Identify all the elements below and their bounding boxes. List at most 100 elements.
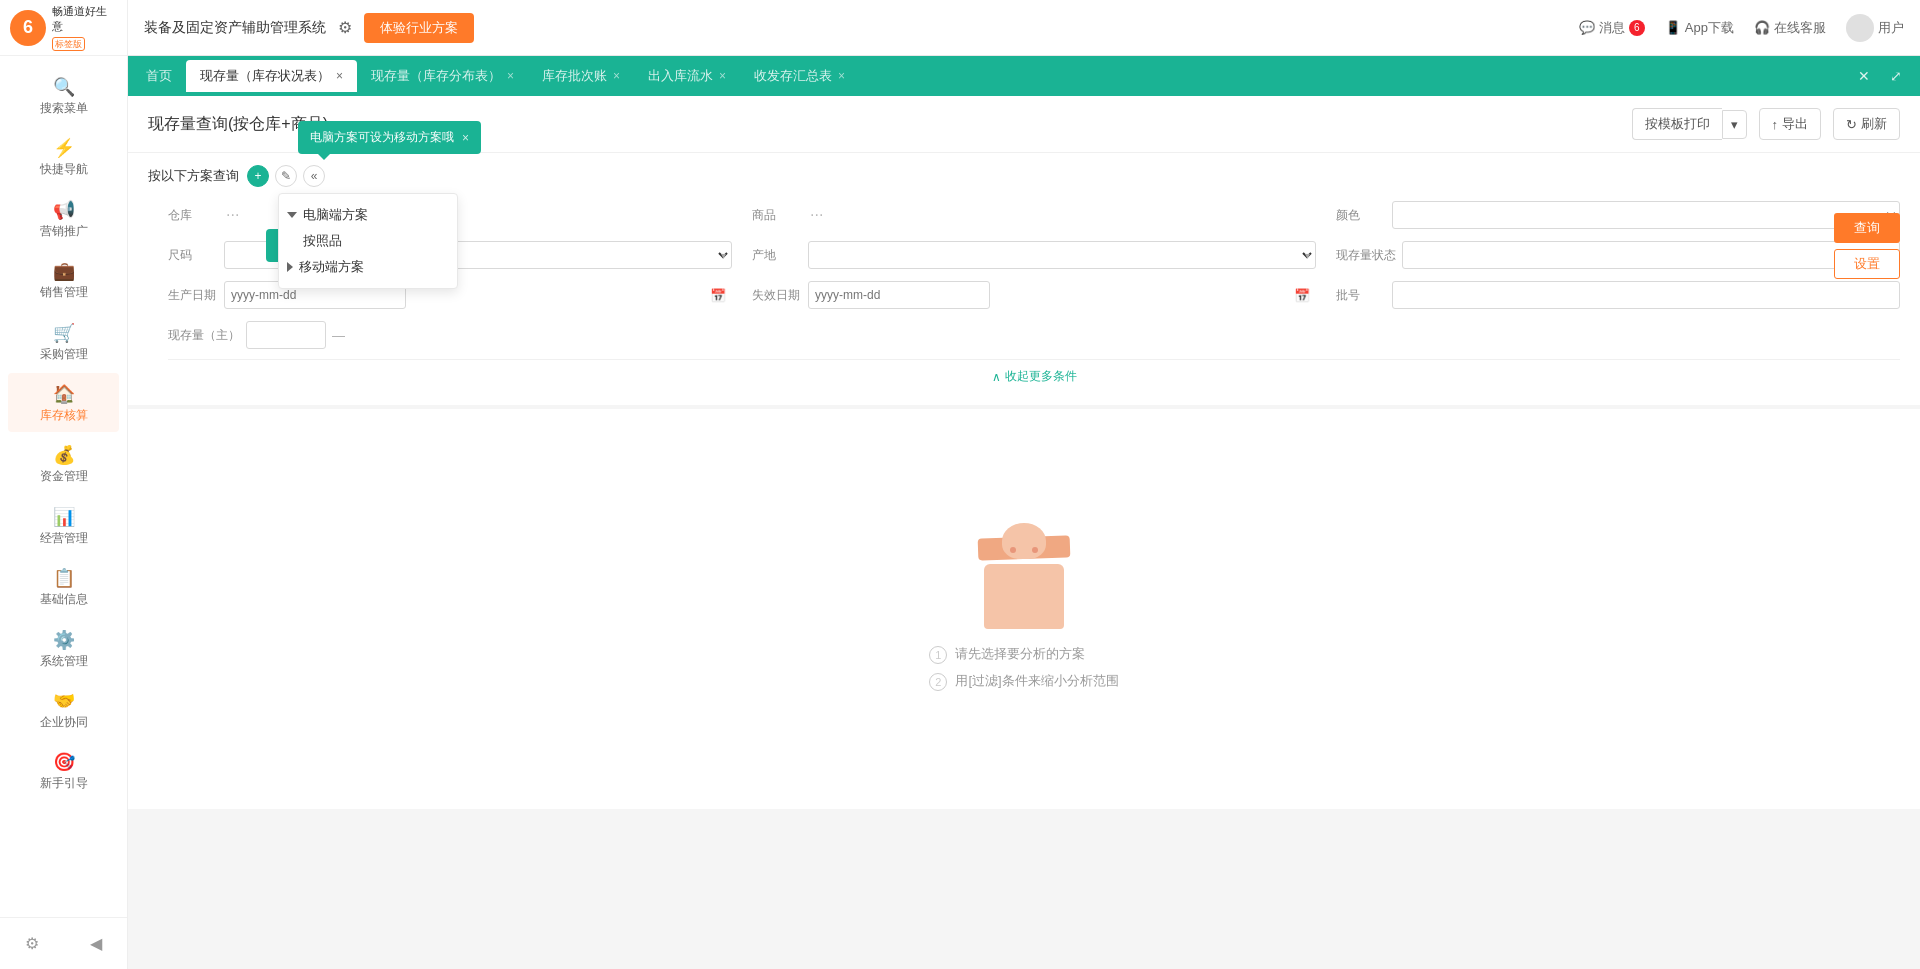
filter-product: 商品 ··· <box>752 199 1316 231</box>
origin-select[interactable] <box>808 241 1316 269</box>
system-icon: ⚙️ <box>53 629 75 651</box>
warehouse-dots[interactable]: ··· <box>224 206 241 224</box>
expiry-date-from[interactable] <box>808 281 990 309</box>
qty-separator: — <box>332 328 345 343</box>
sidebar-item-guide[interactable]: 🎯 新手引导 <box>8 741 119 800</box>
sidebar-item-system[interactable]: ⚙️ 系统管理 <box>8 619 119 678</box>
sidebar-item-quick-nav[interactable]: ⚡ 快捷导航 <box>8 127 119 186</box>
sidebar-item-basic-info[interactable]: 📋 基础信息 <box>8 557 119 616</box>
sidebar-item-operations[interactable]: 📊 经营管理 <box>8 496 119 555</box>
pc-scheme-expand-icon <box>287 212 297 218</box>
inventory-status-select-wrapper <box>1402 241 1900 269</box>
filter-row-4: 现存量（主） — <box>168 319 1900 351</box>
tab-inventory-dist[interactable]: 现存量（库存分布表） × <box>357 60 528 92</box>
sidebar-nav: 🔍 搜索菜单 ⚡ 快捷导航 📢 营销推广 💼 销售管理 🛒 采购管理 🏠 库存核… <box>0 56 127 917</box>
mobile-scheme-group[interactable]: 移动端方案 <box>279 254 457 280</box>
filter-title-label: 按以下方案查询 <box>148 167 239 185</box>
sidebar-item-enterprise[interactable]: 🤝 企业协同 <box>8 680 119 739</box>
edit-scheme-button[interactable]: ✎ <box>275 165 297 187</box>
sidebar-item-guide-label: 新手引导 <box>40 776 88 790</box>
tab-home[interactable]: 首页 <box>132 60 186 92</box>
expiry-date-from-calendar-icon[interactable]: 📅 <box>1294 288 1310 303</box>
empty-eye-right <box>1032 547 1038 553</box>
scheme-panel: 电脑端方案 按照品 移动端方案 <box>278 193 458 289</box>
message-button[interactable]: 💬 消息 6 <box>1579 19 1645 37</box>
basic-info-icon: 📋 <box>53 567 75 589</box>
empty-step-1: 1 请先选择要分析的方案 <box>929 645 1118 664</box>
add-scheme-button[interactable]: + <box>247 165 269 187</box>
tooltip-scheme-close[interactable]: × <box>462 131 469 145</box>
tab-inout[interactable]: 出入库流水 × <box>634 60 740 92</box>
app-download-icon: 📱 <box>1665 20 1681 35</box>
collapse-section: ∧ 收起更多条件 <box>168 359 1900 393</box>
content-area: 1 请先选择要分析的方案 2 用[过滤]条件来缩小分析范围 <box>128 409 1920 809</box>
logo-area: 6 畅通道好生意 标签版 <box>0 0 127 56</box>
user-button[interactable]: 用户 <box>1846 14 1904 42</box>
tab-expand-button[interactable]: ⤢ <box>1884 66 1908 86</box>
filter-batch-no: 批号 <box>1336 279 1900 311</box>
sidebar-item-marketing-label: 营销推广 <box>40 224 88 238</box>
purchase-icon: 🛒 <box>53 322 75 344</box>
refresh-button[interactable]: ↻ 刷新 <box>1833 108 1900 140</box>
filter-origin: 产地 <box>752 239 1316 271</box>
tab-inventory-status[interactable]: 现存量（库存状况表） × <box>186 60 357 92</box>
topbar-gear-icon[interactable]: ⚙ <box>338 18 352 37</box>
reset-button[interactable]: 设置 <box>1834 249 1900 279</box>
batch-no-label: 批号 <box>1336 287 1386 304</box>
online-support-button[interactable]: 🎧 在线客服 <box>1754 19 1826 37</box>
print-dropdown-button[interactable]: ▾ <box>1722 110 1747 139</box>
sidebar-item-inventory[interactable]: 🏠 库存核算 <box>8 373 119 432</box>
tab-close-all-button[interactable]: ✕ <box>1852 66 1876 86</box>
tab-inventory-dist-close[interactable]: × <box>507 69 514 83</box>
tab-batch-close[interactable]: × <box>613 69 620 83</box>
product-dots[interactable]: ··· <box>808 206 825 224</box>
pc-scheme-group[interactable]: 电脑端方案 <box>279 202 457 228</box>
warehouse-label: 仓库 <box>168 207 218 224</box>
origin-select-wrapper <box>808 241 1316 269</box>
tabbar: 首页 现存量（库存状况表） × 现存量（库存分布表） × 库存批次账 × 出入库… <box>128 56 1920 96</box>
search-button[interactable]: 查询 <box>1834 213 1900 243</box>
sidebar-item-sales[interactable]: 💼 销售管理 <box>8 250 119 309</box>
logo-icon: 6 <box>10 10 46 46</box>
color-select-wrapper <box>1392 201 1900 229</box>
operations-icon: 📊 <box>53 506 75 528</box>
batch-no-input[interactable] <box>1392 281 1900 309</box>
sidebar-item-search[interactable]: 🔍 搜索菜单 <box>8 66 119 125</box>
collapse-up-icon: ∧ <box>992 370 1001 384</box>
collapse-button[interactable]: ∧ 收起更多条件 <box>168 360 1900 393</box>
empty-step-2: 2 用[过滤]条件来缩小分析范围 <box>929 672 1118 691</box>
export-button[interactable]: ↑ 导出 <box>1759 108 1822 140</box>
tab-inout-close[interactable]: × <box>719 69 726 83</box>
sidebar-item-purchase[interactable]: 🛒 采购管理 <box>8 312 119 371</box>
main-area: 装备及固定资产辅助管理系统 ⚙ 体验行业方案 💬 消息 6 📱 App下载 🎧 … <box>128 0 1920 969</box>
collapse-sidebar-button[interactable]: ◀ <box>82 930 110 957</box>
production-date-from-calendar-icon[interactable]: 📅 <box>710 288 726 303</box>
tab-receive-summary[interactable]: 收发存汇总表 × <box>740 60 859 92</box>
print-button[interactable]: 按模板打印 <box>1632 108 1722 140</box>
sidebar-item-finance[interactable]: 💰 资金管理 <box>8 434 119 493</box>
industry-plan-button[interactable]: 体验行业方案 <box>364 13 474 43</box>
production-date-label: 生产日期 <box>168 287 218 304</box>
app-download-button[interactable]: 📱 App下载 <box>1665 19 1734 37</box>
sidebar-item-purchase-label: 采购管理 <box>40 347 88 361</box>
color-select[interactable] <box>1392 201 1900 229</box>
empty-eye-left <box>1010 547 1016 553</box>
prev-scheme-button[interactable]: « <box>303 165 325 187</box>
settings-button[interactable]: ⚙ <box>17 930 47 957</box>
tab-receive-summary-close[interactable]: × <box>838 69 845 83</box>
sidebar-item-inventory-label: 库存核算 <box>40 408 88 422</box>
tab-inventory-status-close[interactable]: × <box>336 69 343 83</box>
color-label: 颜色 <box>1336 207 1386 224</box>
scheme-item-by-product[interactable]: 按照品 <box>279 228 457 254</box>
sidebar-item-enterprise-label: 企业协同 <box>40 715 88 729</box>
filter-area: 按以下方案查询 + ✎ « 电脑方案可设为移动方案哦 × 电脑端方案 <box>128 153 1920 405</box>
tab-batch[interactable]: 库存批次账 × <box>528 60 634 92</box>
inventory-status-select[interactable] <box>1402 241 1900 269</box>
sidebar-item-sales-label: 销售管理 <box>40 285 88 299</box>
qty-from-input[interactable] <box>246 321 326 349</box>
qty-range: — <box>246 321 345 349</box>
sidebar-item-operations-label: 经营管理 <box>40 531 88 545</box>
logo-text: 畅通道好生意 标签版 <box>52 4 117 51</box>
topbar-left: 装备及固定资产辅助管理系统 ⚙ 体验行业方案 <box>144 13 474 43</box>
sidebar-item-marketing[interactable]: 📢 营销推广 <box>8 189 119 248</box>
